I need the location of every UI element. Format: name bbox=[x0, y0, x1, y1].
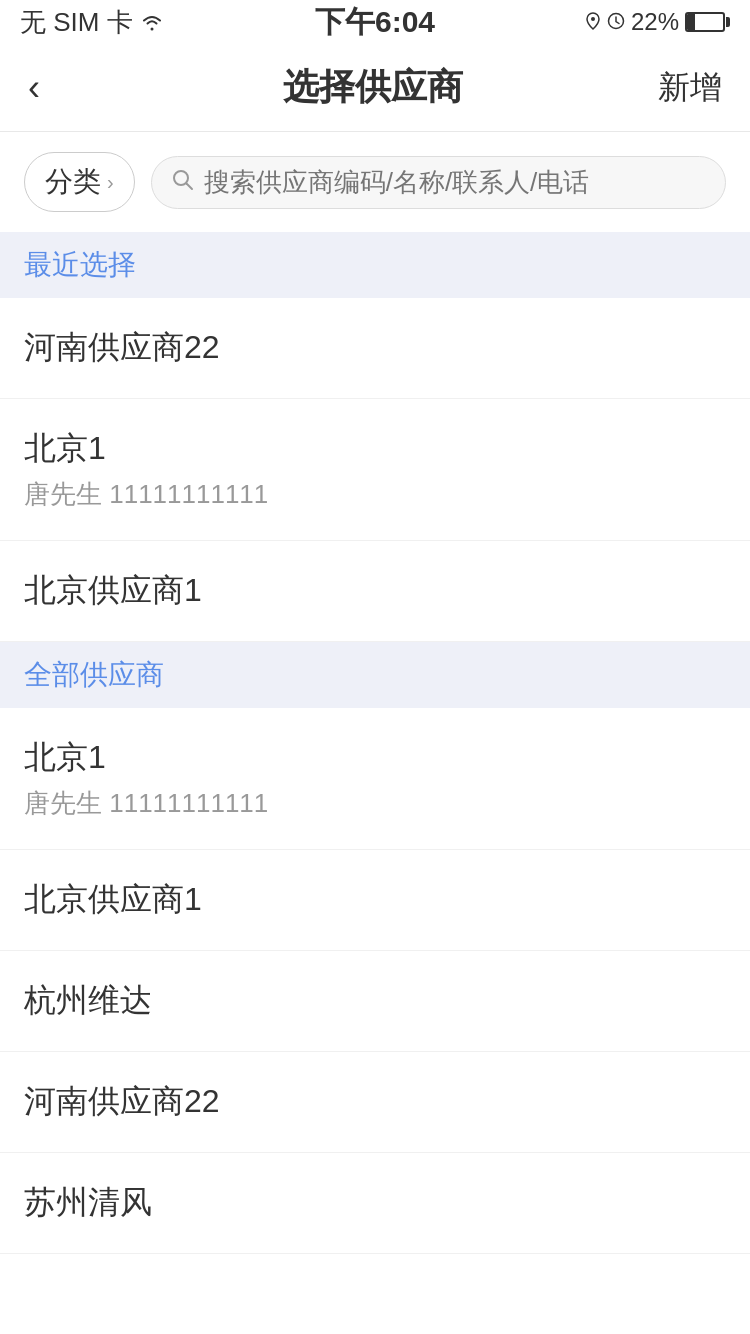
location-icon bbox=[585, 8, 601, 36]
search-input[interactable] bbox=[204, 167, 705, 198]
nav-bar: ‹ 选择供应商 新增 bbox=[0, 44, 750, 132]
item-sub: 唐先生 11111111111 bbox=[24, 477, 726, 512]
filter-row: 分类 › bbox=[0, 132, 750, 232]
search-box bbox=[151, 156, 726, 209]
status-bar: 无 SIM 卡 下午6:04 22% bbox=[0, 0, 750, 44]
battery-percentage: 22% bbox=[631, 8, 679, 36]
status-right: 22% bbox=[585, 8, 730, 36]
status-time: 下午6:04 bbox=[315, 2, 435, 43]
recent-list-item[interactable]: 北京供应商1 bbox=[0, 541, 750, 642]
item-name: 河南供应商22 bbox=[24, 326, 726, 370]
all-list-item[interactable]: 苏州清风 bbox=[0, 1153, 750, 1254]
item-name: 河南供应商22 bbox=[24, 1080, 726, 1124]
item-sub: 唐先生 11111111111 bbox=[24, 786, 726, 821]
all-list-item[interactable]: 河南供应商22 bbox=[0, 1052, 750, 1153]
battery-icon bbox=[685, 12, 730, 32]
recent-section-header: 最近选择 bbox=[0, 232, 750, 298]
item-name: 北京供应商1 bbox=[24, 569, 726, 613]
svg-point-0 bbox=[591, 17, 595, 21]
recent-list-item[interactable]: 北京1 唐先生 11111111111 bbox=[0, 399, 750, 541]
page-title: 选择供应商 bbox=[283, 63, 463, 112]
all-list-item[interactable]: 北京1 唐先生 11111111111 bbox=[0, 708, 750, 850]
item-name: 北京供应商1 bbox=[24, 878, 726, 922]
item-name: 北京1 bbox=[24, 427, 726, 471]
recent-list-item[interactable]: 河南供应商22 bbox=[0, 298, 750, 399]
chevron-right-icon: › bbox=[107, 171, 114, 194]
carrier-text: 无 SIM 卡 bbox=[20, 5, 133, 40]
item-name: 杭州维达 bbox=[24, 979, 726, 1023]
category-button[interactable]: 分类 › bbox=[24, 152, 135, 212]
item-name: 北京1 bbox=[24, 736, 726, 780]
all-list: 北京1 唐先生 11111111111 北京供应商1 杭州维达河南供应商22 苏州清风 bbox=[0, 708, 750, 1254]
all-list-item[interactable]: 北京供应商1 bbox=[0, 850, 750, 951]
search-icon bbox=[172, 167, 194, 198]
add-button[interactable]: 新增 bbox=[658, 66, 722, 110]
category-label: 分类 bbox=[45, 163, 101, 201]
wifi-icon bbox=[141, 7, 163, 38]
item-name: 苏州清风 bbox=[24, 1181, 726, 1225]
all-section-header: 全部供应商 bbox=[0, 642, 750, 708]
all-list-item[interactable]: 杭州维达 bbox=[0, 951, 750, 1052]
clock-icon bbox=[607, 8, 625, 36]
back-button[interactable]: ‹ bbox=[28, 67, 88, 109]
status-left: 无 SIM 卡 bbox=[20, 5, 163, 40]
recent-list: 河南供应商22 北京1 唐先生 11111111111 北京供应商1 bbox=[0, 298, 750, 642]
